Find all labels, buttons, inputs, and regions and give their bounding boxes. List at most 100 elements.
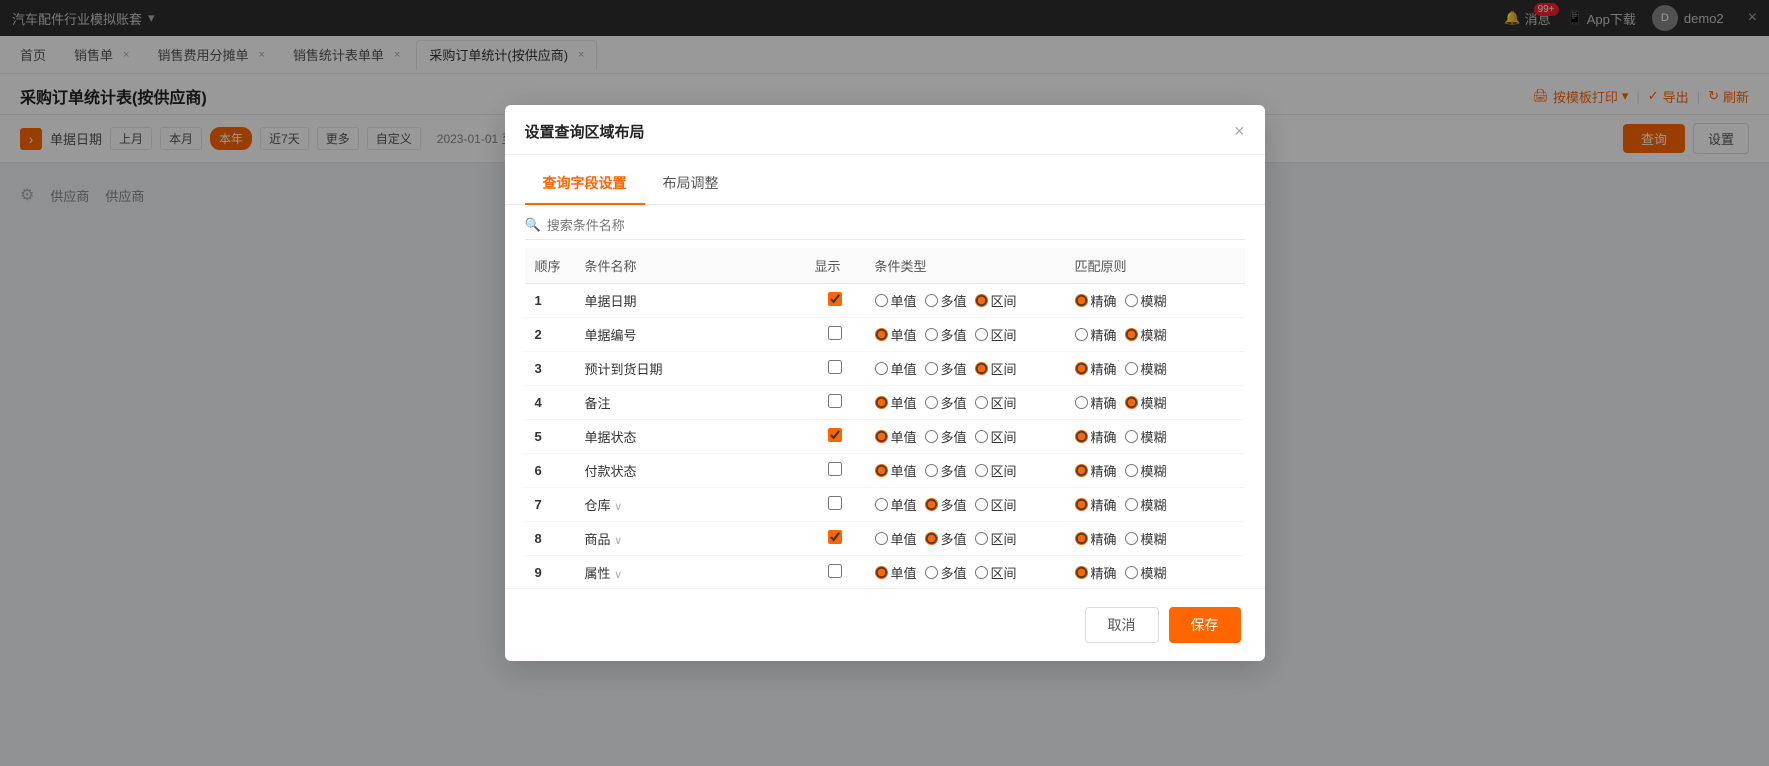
- row-match-4: 精确模糊: [1065, 420, 1245, 454]
- display-checkbox-3[interactable]: [828, 394, 842, 408]
- row-match-6: 精确模糊: [1065, 488, 1245, 522]
- row-display-4: [805, 420, 865, 454]
- type-radio-multi-8[interactable]: 多值: [925, 563, 967, 582]
- type-radio-multi-3[interactable]: 多值: [925, 393, 967, 412]
- type-radio-multi-7[interactable]: 多值: [925, 529, 967, 548]
- row-match-8: 精确模糊: [1065, 556, 1245, 589]
- display-checkbox-7[interactable]: [828, 530, 842, 544]
- table-row: 6付款状态单值多值区间精确模糊: [525, 454, 1245, 488]
- save-button[interactable]: 保存: [1169, 607, 1241, 643]
- row-type-0: 单值多值区间: [865, 284, 1065, 318]
- match-radio-fuzzy-4[interactable]: 模糊: [1125, 427, 1167, 446]
- display-checkbox-8[interactable]: [828, 564, 842, 578]
- match-radio-exact-2[interactable]: 精确: [1075, 359, 1117, 378]
- type-radio-single-1[interactable]: 单值: [875, 325, 917, 344]
- modal-title: 设置查询区域布局: [525, 121, 645, 142]
- table-row: 9属性 ∨单值多值区间精确模糊: [525, 556, 1245, 589]
- col-header-type: 条件类型: [865, 248, 1065, 284]
- row-order-6: 7: [525, 488, 575, 522]
- settings-modal: 设置查询区域布局 × 查询字段设置 布局调整 🔍 顺序 条件名称: [505, 105, 1265, 661]
- table-row: 7仓库 ∨单值多值区间精确模糊: [525, 488, 1245, 522]
- table-row: 8商品 ∨单值多值区间精确模糊: [525, 522, 1245, 556]
- modal-tab-query-fields[interactable]: 查询字段设置: [525, 167, 645, 205]
- col-header-name: 条件名称: [575, 248, 805, 284]
- type-radio-range-8[interactable]: 区间: [975, 563, 1017, 582]
- type-radio-range-3[interactable]: 区间: [975, 393, 1017, 412]
- match-radio-fuzzy-1[interactable]: 模糊: [1125, 325, 1167, 344]
- type-radio-single-4[interactable]: 单值: [875, 427, 917, 446]
- type-radio-range-2[interactable]: 区间: [975, 359, 1017, 378]
- row-name-5: 付款状态: [575, 454, 805, 488]
- row-type-6: 单值多值区间: [865, 488, 1065, 522]
- match-radio-exact-1[interactable]: 精确: [1075, 325, 1117, 344]
- row-match-1: 精确模糊: [1065, 318, 1245, 352]
- row-type-3: 单值多值区间: [865, 386, 1065, 420]
- match-radio-fuzzy-3[interactable]: 模糊: [1125, 393, 1167, 412]
- match-radio-fuzzy-8[interactable]: 模糊: [1125, 563, 1167, 582]
- row-display-8: [805, 556, 865, 589]
- table-row: 4备注单值多值区间精确模糊: [525, 386, 1245, 420]
- row-order-5: 6: [525, 454, 575, 488]
- row-match-0: 精确模糊: [1065, 284, 1245, 318]
- row-name-4: 单据状态: [575, 420, 805, 454]
- type-radio-range-7[interactable]: 区间: [975, 529, 1017, 548]
- type-radio-range-1[interactable]: 区间: [975, 325, 1017, 344]
- match-radio-exact-0[interactable]: 精确: [1075, 291, 1117, 310]
- modal-footer: 取消 保存: [505, 588, 1265, 661]
- type-radio-single-5[interactable]: 单值: [875, 461, 917, 480]
- modal-tab-layout-adjust[interactable]: 布局调整: [645, 167, 737, 205]
- match-radio-fuzzy-2[interactable]: 模糊: [1125, 359, 1167, 378]
- row-type-1: 单值多值区间: [865, 318, 1065, 352]
- match-radio-exact-4[interactable]: 精确: [1075, 427, 1117, 446]
- modal-close-button[interactable]: ×: [1234, 121, 1245, 142]
- match-radio-fuzzy-5[interactable]: 模糊: [1125, 461, 1167, 480]
- display-checkbox-0[interactable]: [828, 292, 842, 306]
- type-radio-multi-2[interactable]: 多值: [925, 359, 967, 378]
- modal-tabs: 查询字段设置 布局调整: [505, 155, 1265, 205]
- row-name-2: 预计到货日期: [575, 352, 805, 386]
- row-name-3: 备注: [575, 386, 805, 420]
- type-radio-multi-4[interactable]: 多值: [925, 427, 967, 446]
- row-order-2: 3: [525, 352, 575, 386]
- display-checkbox-4[interactable]: [828, 428, 842, 442]
- row-match-3: 精确模糊: [1065, 386, 1245, 420]
- type-radio-multi-6[interactable]: 多值: [925, 495, 967, 514]
- type-radio-single-7[interactable]: 单值: [875, 529, 917, 548]
- display-checkbox-5[interactable]: [828, 462, 842, 476]
- row-type-4: 单值多值区间: [865, 420, 1065, 454]
- type-radio-range-4[interactable]: 区间: [975, 427, 1017, 446]
- type-radio-single-0[interactable]: 单值: [875, 291, 917, 310]
- row-order-7: 8: [525, 522, 575, 556]
- match-radio-exact-8[interactable]: 精确: [1075, 563, 1117, 582]
- type-radio-single-6[interactable]: 单值: [875, 495, 917, 514]
- row-match-2: 精确模糊: [1065, 352, 1245, 386]
- row-type-7: 单值多值区间: [865, 522, 1065, 556]
- match-radio-exact-7[interactable]: 精确: [1075, 529, 1117, 548]
- row-type-5: 单值多值区间: [865, 454, 1065, 488]
- cancel-button[interactable]: 取消: [1085, 607, 1159, 643]
- match-radio-fuzzy-7[interactable]: 模糊: [1125, 529, 1167, 548]
- row-display-5: [805, 454, 865, 488]
- type-radio-range-0[interactable]: 区间: [975, 291, 1017, 310]
- modal-header: 设置查询区域布局 ×: [505, 105, 1265, 155]
- match-radio-exact-3[interactable]: 精确: [1075, 393, 1117, 412]
- type-radio-single-2[interactable]: 单值: [875, 359, 917, 378]
- display-checkbox-2[interactable]: [828, 360, 842, 374]
- display-checkbox-1[interactable]: [828, 326, 842, 340]
- row-name-1: 单据编号: [575, 318, 805, 352]
- type-radio-range-5[interactable]: 区间: [975, 461, 1017, 480]
- type-radio-range-6[interactable]: 区间: [975, 495, 1017, 514]
- col-header-display: 显示: [805, 248, 865, 284]
- match-radio-exact-5[interactable]: 精确: [1075, 461, 1117, 480]
- match-radio-exact-6[interactable]: 精确: [1075, 495, 1117, 514]
- search-input[interactable]: [547, 218, 747, 233]
- row-name-7: 商品 ∨: [575, 522, 805, 556]
- type-radio-multi-0[interactable]: 多值: [925, 291, 967, 310]
- match-radio-fuzzy-0[interactable]: 模糊: [1125, 291, 1167, 310]
- type-radio-single-3[interactable]: 单值: [875, 393, 917, 412]
- display-checkbox-6[interactable]: [828, 496, 842, 510]
- match-radio-fuzzy-6[interactable]: 模糊: [1125, 495, 1167, 514]
- type-radio-multi-5[interactable]: 多值: [925, 461, 967, 480]
- type-radio-single-8[interactable]: 单值: [875, 563, 917, 582]
- type-radio-multi-1[interactable]: 多值: [925, 325, 967, 344]
